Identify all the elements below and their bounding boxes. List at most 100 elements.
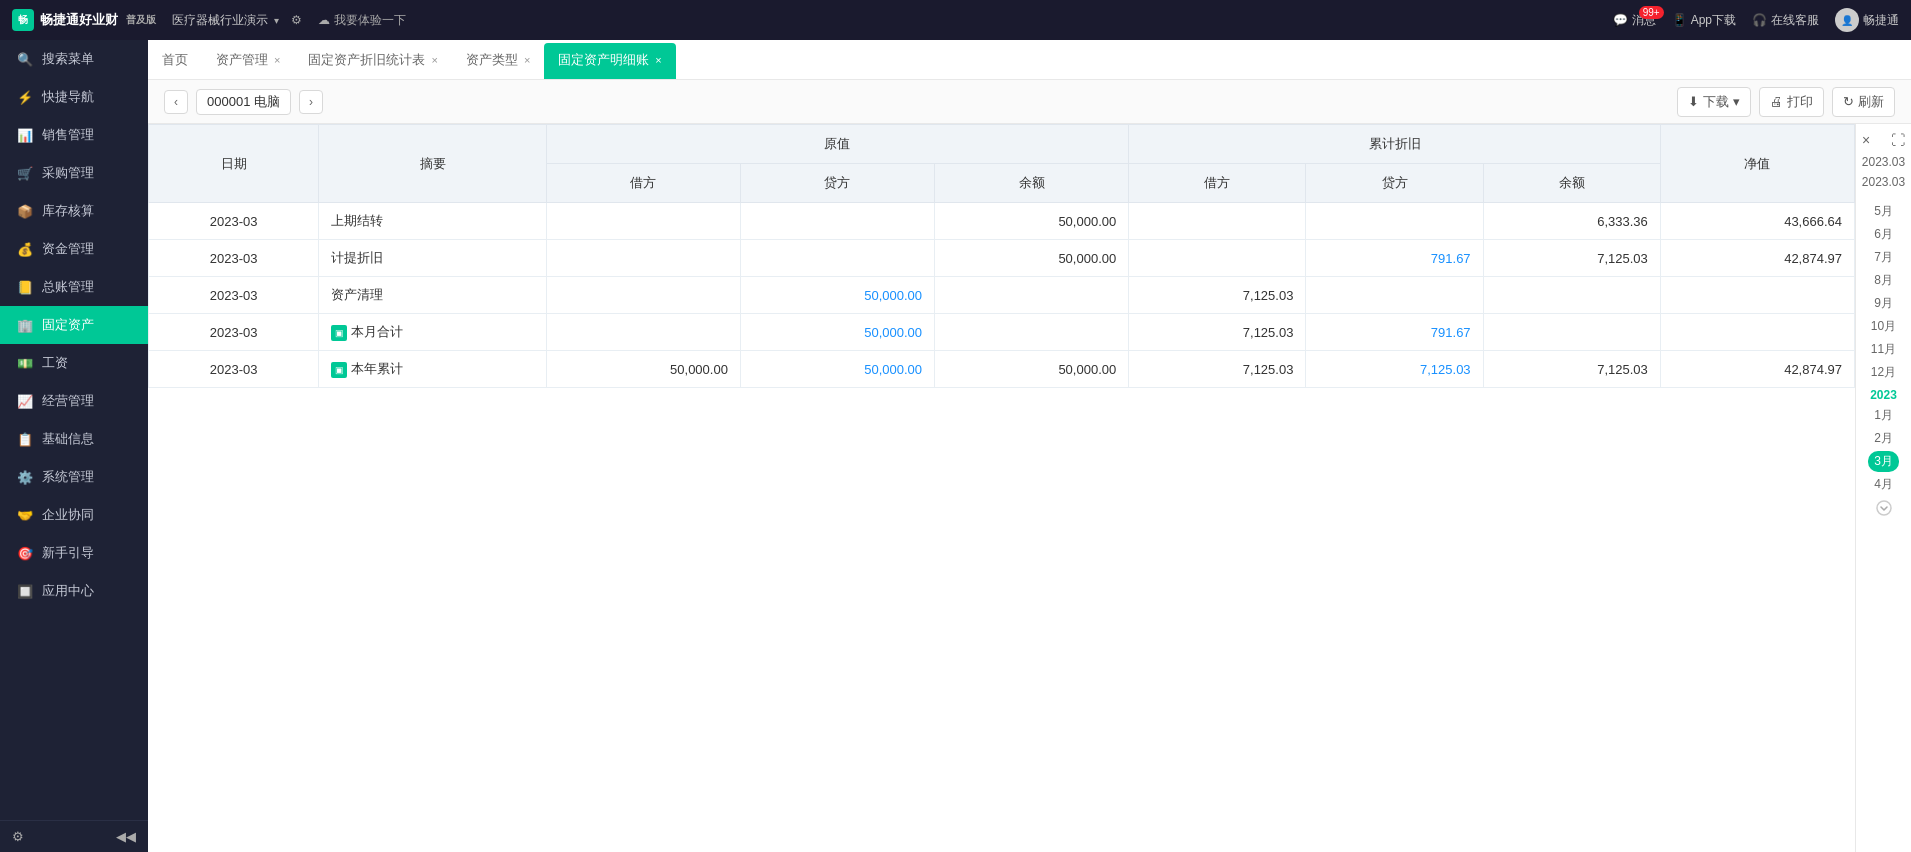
sidebar-item-collab[interactable]: 🤝 企业协同 — [0, 496, 148, 534]
tab-home[interactable]: 首页 — [148, 43, 202, 79]
timeline-item-3[interactable]: 3月 — [1868, 451, 1899, 472]
user-btn[interactable]: 👤 畅捷通 — [1835, 8, 1899, 32]
sidebar-item-operation[interactable]: 📈 经营管理 — [0, 382, 148, 420]
print-btn[interactable]: 🖨 打印 — [1759, 87, 1824, 117]
th-orig-debit: 借方 — [546, 164, 740, 203]
sidebar-item-basic[interactable]: 📋 基础信息 — [0, 420, 148, 458]
operation-icon: 📈 — [16, 392, 34, 410]
cell-dep-credit: 7,125.03 — [1306, 351, 1483, 388]
timeline-item-2[interactable]: 2月 — [1856, 427, 1911, 450]
cell-orig-debit — [546, 314, 740, 351]
sidebar-collapse-icon[interactable]: ◀◀ — [116, 829, 136, 844]
sidebar-label-fund: 资金管理 — [42, 240, 94, 258]
tab-assets[interactable]: 资产管理 × — [202, 43, 294, 79]
timeline-item-6[interactable]: 6月 — [1856, 223, 1911, 246]
timeline-item-12[interactable]: 12月 — [1856, 361, 1911, 384]
refresh-icon: ↻ — [1843, 94, 1854, 109]
cell-dep-balance: 7,125.03 — [1483, 351, 1660, 388]
timeline-item-7[interactable]: 7月 — [1856, 246, 1911, 269]
sidebar-item-search[interactable]: 🔍 搜索菜单 — [0, 40, 148, 78]
cell-dep-balance: 6,333.36 — [1483, 203, 1660, 240]
tab-asset-detail[interactable]: 固定资产明细账 × — [544, 43, 675, 79]
sidebar-item-fixed[interactable]: 🏢 固定资产 — [0, 306, 148, 344]
sidebar-item-ledger[interactable]: 📒 总账管理 — [0, 268, 148, 306]
main-layout: 🔍 搜索菜单 ⚡ 快捷导航 📊 销售管理 🛒 采购管理 📦 库存核算 💰 资金管… — [0, 40, 1911, 852]
cell-summary: ▣本月合计 — [319, 314, 546, 351]
download-btn[interactable]: ⬇ 下载 ▾ — [1677, 87, 1751, 117]
th-original-value: 原值 — [546, 125, 1128, 164]
sidebar-settings-icon[interactable]: ⚙ — [12, 829, 24, 844]
timeline-item-1[interactable]: 1月 — [1856, 404, 1911, 427]
sidebar-label-search: 搜索菜单 — [42, 50, 94, 68]
message-icon: 💬 — [1613, 13, 1628, 27]
user-label: 畅捷通 — [1863, 12, 1899, 29]
sidebar-label-fixed: 固定资产 — [42, 316, 94, 334]
download-chevron-icon: ▾ — [1733, 94, 1740, 109]
table-row: 2023-03 ▣本年累计 50,000.00 50,000.00 50,000… — [149, 351, 1855, 388]
sidebar: 🔍 搜索菜单 ⚡ 快捷导航 📊 销售管理 🛒 采购管理 📦 库存核算 💰 资金管… — [0, 40, 148, 852]
logo: 畅 畅捷通好业财 普及版 — [12, 9, 156, 31]
customer-service-btn[interactable]: 🎧 在线客服 — [1752, 12, 1819, 29]
timeline-item-9[interactable]: 9月 — [1856, 292, 1911, 315]
cell-orig-debit: 50,000.00 — [546, 351, 740, 388]
timeline-close-icon[interactable]: × — [1862, 132, 1870, 148]
app-download-btn[interactable]: 📱 App下载 — [1672, 12, 1736, 29]
sidebar-item-nav[interactable]: ⚡ 快捷导航 — [0, 78, 148, 116]
app-label: App下载 — [1691, 12, 1736, 29]
tab-bar: 首页 资产管理 × 固定资产折旧统计表 × 资产类型 × 固定资产明细账 × — [148, 40, 1911, 80]
prev-btn[interactable]: ‹ — [164, 90, 188, 114]
experience-btn[interactable]: ☁ 我要体验一下 — [318, 12, 406, 29]
cell-orig-credit — [740, 203, 934, 240]
message-btn[interactable]: 💬 消息 99+ — [1613, 12, 1656, 29]
tab-depreciation[interactable]: 固定资产折旧统计表 × — [294, 43, 451, 79]
basic-icon: 📋 — [16, 430, 34, 448]
tab-asset-type-close[interactable]: × — [524, 54, 530, 66]
collab-icon: 🤝 — [16, 506, 34, 524]
th-dep-balance: 余额 — [1483, 164, 1660, 203]
sidebar-item-purchase[interactable]: 🛒 采购管理 — [0, 154, 148, 192]
sidebar-item-sales[interactable]: 📊 销售管理 — [0, 116, 148, 154]
sidebar-label-inventory: 库存核算 — [42, 202, 94, 220]
sidebar-bottom: ⚙ ◀◀ — [0, 820, 148, 852]
cell-orig-credit: 50,000.00 — [740, 351, 934, 388]
top-bar-right: 💬 消息 99+ 📱 App下载 🎧 在线客服 👤 畅捷通 — [1613, 8, 1899, 32]
service-label: 在线客服 — [1771, 12, 1819, 29]
system-icon: ⚙️ — [16, 468, 34, 486]
sidebar-item-salary[interactable]: 💵 工资 — [0, 344, 148, 382]
tab-asset-detail-close[interactable]: × — [655, 54, 661, 66]
timeline-down-icon[interactable] — [1876, 500, 1892, 519]
sales-icon: 📊 — [16, 126, 34, 144]
company-selector[interactable]: 医疗器械行业演示 ▾ ⚙ — [172, 12, 302, 29]
sidebar-item-fund[interactable]: 💰 资金管理 — [0, 230, 148, 268]
timeline-item-2023-03-top2[interactable]: 2023.03 — [1856, 172, 1911, 192]
timeline-item-8[interactable]: 8月 — [1856, 269, 1911, 292]
apps-icon: 🔲 — [16, 582, 34, 600]
asset-code: 000001 电脑 — [207, 94, 280, 109]
tab-asset-type-label: 资产类型 — [466, 51, 518, 69]
tab-assets-label: 资产管理 — [216, 51, 268, 69]
cell-net-value — [1660, 314, 1854, 351]
company-settings-icon[interactable]: ⚙ — [291, 13, 302, 27]
sidebar-item-inventory[interactable]: 📦 库存核算 — [0, 192, 148, 230]
cell-net-value: 43,666.64 — [1660, 203, 1854, 240]
sidebar-label-salary: 工资 — [42, 354, 68, 372]
th-orig-balance: 余额 — [935, 164, 1129, 203]
timeline-expand-icon[interactable]: ⛶ — [1891, 132, 1905, 148]
sidebar-item-system[interactable]: ⚙️ 系统管理 — [0, 458, 148, 496]
cell-summary: 资产清理 — [319, 277, 546, 314]
refresh-btn[interactable]: ↻ 刷新 — [1832, 87, 1895, 117]
cell-dep-balance — [1483, 277, 1660, 314]
timeline-item-4[interactable]: 4月 — [1856, 473, 1911, 496]
cell-net-value: 42,874.97 — [1660, 351, 1854, 388]
timeline-item-10[interactable]: 10月 — [1856, 315, 1911, 338]
tab-assets-close[interactable]: × — [274, 54, 280, 66]
timeline-item-5[interactable]: 5月 — [1856, 200, 1911, 223]
tab-depreciation-label: 固定资产折旧统计表 — [308, 51, 425, 69]
sidebar-item-guide[interactable]: 🎯 新手引导 — [0, 534, 148, 572]
next-btn[interactable]: › — [299, 90, 323, 114]
timeline-item-2023-03-top[interactable]: 2023.03 — [1856, 152, 1911, 172]
timeline-item-11[interactable]: 11月 — [1856, 338, 1911, 361]
tab-depreciation-close[interactable]: × — [431, 54, 437, 66]
sidebar-item-apps[interactable]: 🔲 应用中心 — [0, 572, 148, 610]
tab-asset-type[interactable]: 资产类型 × — [452, 43, 544, 79]
